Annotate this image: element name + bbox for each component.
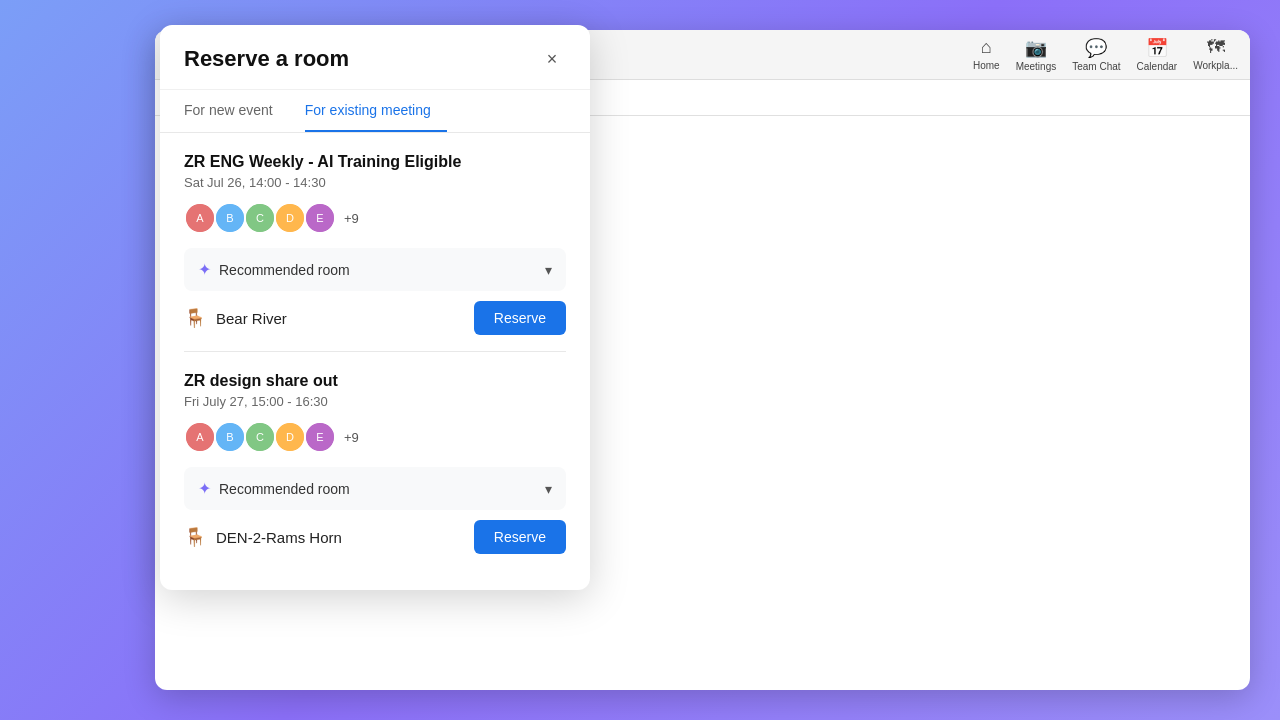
avatar-1: A: [184, 202, 216, 234]
modal-tabs: For new event For existing meeting: [160, 90, 590, 133]
meeting-2-name: ZR design share out: [184, 372, 566, 390]
workplace-label: Workpla...: [1193, 60, 1238, 71]
teamchat-label: Team Chat: [1072, 61, 1120, 72]
avatar-2-3: C: [244, 421, 276, 453]
meeting-1-extra-count: +9: [344, 211, 359, 226]
meeting-1-room-info: 🪑 Bear River: [184, 307, 287, 329]
avatar-2-5: E: [304, 421, 336, 453]
meeting-2-avatars: A B C D E +9: [184, 421, 566, 453]
toolbar-calendar[interactable]: 📅 Calendar: [1137, 37, 1178, 72]
toolbar-workplace[interactable]: 🗺 Workpla...: [1193, 37, 1238, 72]
meeting-2-extra-count: +9: [344, 430, 359, 445]
avatar-2-2: B: [214, 421, 246, 453]
meetings-label: Meetings: [1016, 61, 1057, 72]
meeting-2-recommended-section: ✦ Recommended room ▾: [184, 467, 566, 510]
modal-close-button[interactable]: ×: [538, 45, 566, 73]
chevron-down-icon-1: ▾: [545, 262, 552, 278]
meeting-1-reserve-button[interactable]: Reserve: [474, 301, 566, 335]
meeting-1-room-row: 🪑 Bear River Reserve: [184, 301, 566, 335]
meeting-1-room-name: Bear River: [216, 310, 287, 327]
toolbar-teamchat[interactable]: 💬 Team Chat: [1072, 37, 1120, 72]
sparkle-icon-2: ✦: [198, 479, 211, 498]
avatar-2: B: [214, 202, 246, 234]
workplace-icon: 🗺: [1207, 37, 1225, 58]
avatar-2-1: A: [184, 421, 216, 453]
home-label: Home: [973, 60, 1000, 71]
meeting-item-2: ZR design share out Fri July 27, 15:00 -…: [184, 351, 566, 554]
room-furniture-icon-1: 🪑: [184, 307, 206, 329]
recommended-label-row-1: ✦ Recommended room: [198, 260, 350, 279]
tab-existing-meeting[interactable]: For existing meeting: [305, 90, 447, 132]
calendar-label: Calendar: [1137, 61, 1178, 72]
meeting-2-time: Fri July 27, 15:00 - 16:30: [184, 394, 566, 409]
meeting-2-reserve-button[interactable]: Reserve: [474, 520, 566, 554]
toolbar-icons: ⌂ Home 📷 Meetings 💬 Team Chat 📅 Calendar…: [973, 37, 1238, 72]
meetings-icon: 📷: [1025, 37, 1047, 59]
modal-title: Reserve a room: [184, 46, 349, 72]
meeting-1-recommended-header[interactable]: ✦ Recommended room ▾: [198, 260, 552, 279]
reserve-room-modal: Reserve a room × For new event For exist…: [160, 25, 590, 590]
meeting-2-room-row: 🪑 DEN-2-Rams Horn Reserve: [184, 520, 566, 554]
room-furniture-icon-2: 🪑: [184, 526, 206, 548]
toolbar-meetings[interactable]: 📷 Meetings: [1016, 37, 1057, 72]
recommended-label-row-2: ✦ Recommended room: [198, 479, 350, 498]
meeting-1-time: Sat Jul 26, 14:00 - 14:30: [184, 175, 566, 190]
avatar-3: C: [244, 202, 276, 234]
avatar-5: E: [304, 202, 336, 234]
meeting-item-1: ZR ENG Weekly - AI Training Eligible Sat…: [184, 153, 566, 335]
meeting-1-recommended-section: ✦ Recommended room ▾: [184, 248, 566, 291]
meeting-1-avatars: A B C D E +9: [184, 202, 566, 234]
chevron-down-icon-2: ▾: [545, 481, 552, 497]
avatar-2-4: D: [274, 421, 306, 453]
meeting-2-recommended-label: Recommended room: [219, 481, 350, 497]
teamchat-icon: 💬: [1085, 37, 1107, 59]
modal-header: Reserve a room ×: [160, 25, 590, 90]
meeting-1-name: ZR ENG Weekly - AI Training Eligible: [184, 153, 566, 171]
modal-body: ZR ENG Weekly - AI Training Eligible Sat…: [160, 133, 590, 590]
toolbar-home[interactable]: ⌂ Home: [973, 37, 1000, 72]
tab-new-event[interactable]: For new event: [184, 90, 289, 132]
meeting-2-room-name: DEN-2-Rams Horn: [216, 529, 342, 546]
meeting-2-room-info: 🪑 DEN-2-Rams Horn: [184, 526, 342, 548]
meeting-1-recommended-label: Recommended room: [219, 262, 350, 278]
calendar-icon: 📅: [1146, 37, 1168, 59]
sparkle-icon-1: ✦: [198, 260, 211, 279]
avatar-4: D: [274, 202, 306, 234]
meeting-2-recommended-header[interactable]: ✦ Recommended room ▾: [198, 479, 552, 498]
home-icon: ⌂: [981, 37, 992, 58]
